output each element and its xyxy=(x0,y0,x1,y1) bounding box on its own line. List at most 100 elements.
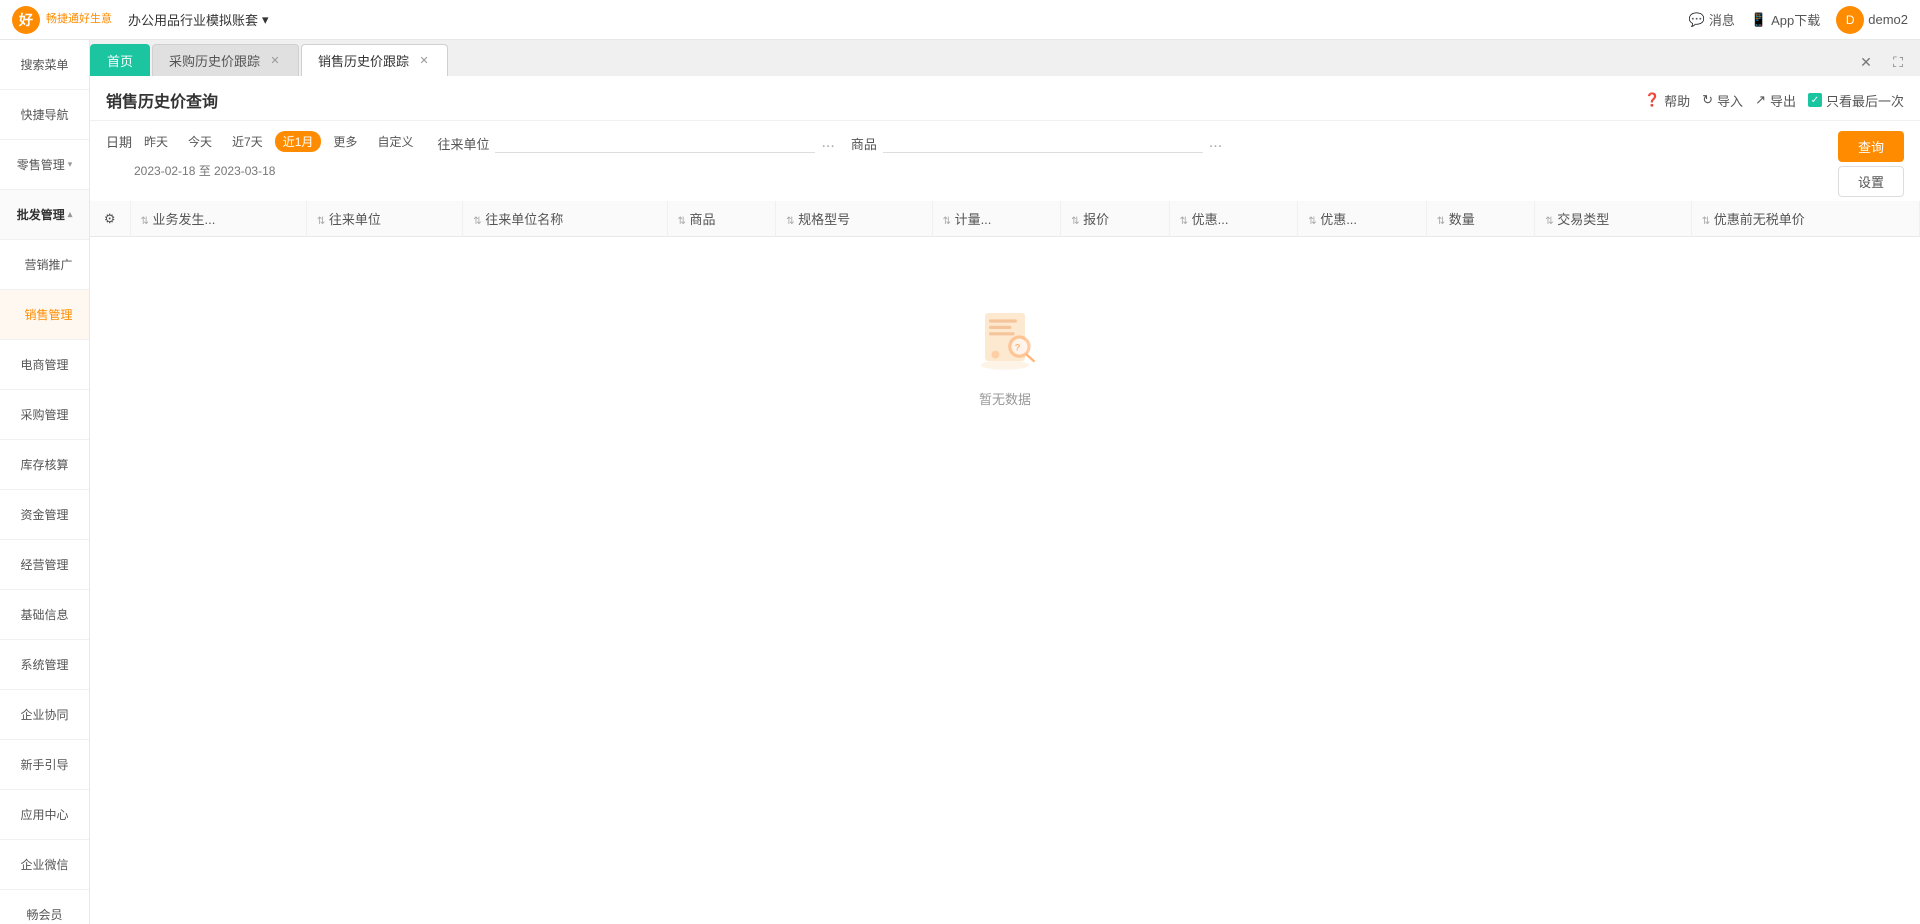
page-header-actions: ❓ 帮助 ↻ 导入 ↗ 导出 ✓ 只看最后一次 xyxy=(1644,91,1904,110)
header-right: 💬 消息 📱 App下载 D demo2 xyxy=(1689,6,1908,34)
sidebar-item-basic-info[interactable]: 基础信息 xyxy=(0,590,89,640)
page-header: 销售历史价查询 ❓ 帮助 ↻ 导入 ↗ 导出 ✓ xyxy=(90,76,1920,121)
col-partner-code[interactable]: ⇅ 往来单位 xyxy=(306,201,462,237)
partner-dots-button[interactable]: ... xyxy=(821,134,834,152)
sort-icon-9: ⇅ xyxy=(1308,216,1316,227)
sort-icon-12: ⇅ xyxy=(1702,216,1710,227)
sidebar-item-enterprise-wechat[interactable]: 企业微信 xyxy=(0,840,89,890)
product-input[interactable] xyxy=(883,133,1203,153)
date-btn-yesterday[interactable]: 昨天 xyxy=(136,131,176,152)
avatar: D xyxy=(1836,6,1864,34)
sidebar-item-marketing[interactable]: 营销推广 xyxy=(0,240,89,290)
sidebar-item-app-center[interactable]: 应用中心 xyxy=(0,790,89,840)
col-settings[interactable]: ⚙ xyxy=(90,201,130,237)
sidebar-item-sales-mgmt[interactable]: 销售管理 xyxy=(0,290,89,340)
download-icon: 📱 xyxy=(1751,12,1767,28)
date-btn-today[interactable]: 今天 xyxy=(180,131,220,152)
table-header-row: ⚙ ⇅ 业务发生... ⇅ 往来单位 ⇅ xyxy=(90,201,1920,237)
message-icon: 💬 xyxy=(1689,12,1705,28)
sort-icon-11: ⇅ xyxy=(1545,216,1553,227)
date-btn-7days[interactable]: 近7天 xyxy=(224,131,271,152)
col-spec[interactable]: ⇅ 规格型号 xyxy=(776,201,932,237)
app-download-action[interactable]: 📱 App下载 xyxy=(1751,10,1820,29)
sort-icon-4: ⇅ xyxy=(678,216,686,227)
empty-state: ? 暂无数据 xyxy=(90,237,1920,468)
setting-button[interactable]: 设置 xyxy=(1838,166,1904,197)
partner-label: 往来单位 xyxy=(437,134,489,153)
sidebar-item-enterprise-collab[interactable]: 企业协同 xyxy=(0,690,89,740)
data-table: ⚙ ⇅ 业务发生... ⇅ 往来单位 ⇅ xyxy=(90,201,1920,237)
sort-icon-6: ⇅ xyxy=(943,216,951,227)
sidebar-item-finance-mgmt[interactable]: 资金管理 xyxy=(0,490,89,540)
col-quantity[interactable]: ⇅ 数量 xyxy=(1426,201,1535,237)
help-button[interactable]: ❓ 帮助 xyxy=(1644,91,1690,110)
col-trade-type[interactable]: ⇅ 交易类型 xyxy=(1535,201,1691,237)
date-btn-custom[interactable]: 自定义 xyxy=(369,131,421,152)
sidebar-item-new-guide[interactable]: 新手引导 xyxy=(0,740,89,790)
export-icon: ↗ xyxy=(1755,92,1766,108)
sidebar-item-search-menu[interactable]: 搜索菜单 xyxy=(0,40,89,90)
svg-text:?: ? xyxy=(1015,343,1021,354)
date-btn-more[interactable]: 更多 xyxy=(325,131,365,152)
sort-icon: ⇅ xyxy=(141,216,149,227)
search-menu-label: 搜索菜单 xyxy=(20,56,68,73)
sidebar-item-biz-mgmt[interactable]: 经营管理 xyxy=(0,540,89,590)
tab-sales-history[interactable]: 销售历史价跟踪 ✕ xyxy=(301,44,448,76)
only-last-checkbox-label[interactable]: ✓ 只看最后一次 xyxy=(1808,91,1904,110)
quick-nav-label: 快捷导航 xyxy=(20,106,68,123)
message-action[interactable]: 💬 消息 xyxy=(1689,10,1735,29)
close-sales-tab-icon[interactable]: ✕ xyxy=(417,54,431,68)
query-button[interactable]: 查询 xyxy=(1838,131,1904,162)
main-layout: 搜索菜单 快捷导航 零售管理 ▾ 批发管理 ▴ 营销推广 销售管理 电商管理 采 xyxy=(0,40,1920,924)
sidebar-item-system-mgmt[interactable]: 系统管理 xyxy=(0,640,89,690)
app-selector[interactable]: 办公用品行业模拟账套 ▾ xyxy=(120,6,277,33)
only-last-checkbox[interactable]: ✓ xyxy=(1808,93,1822,107)
import-button[interactable]: ↻ 导入 xyxy=(1702,91,1743,110)
fullscreen-button[interactable]: ⛶ xyxy=(1884,48,1912,76)
sidebar-item-purchase-mgmt[interactable]: 采购管理 xyxy=(0,390,89,440)
sidebar-item-quick-nav[interactable]: 快捷导航 xyxy=(0,90,89,140)
col-partner-name[interactable]: ⇅ 往来单位名称 xyxy=(463,201,667,237)
tab-purchase-history[interactable]: 采购历史价跟踪 ✕ xyxy=(152,44,299,76)
settings-icon[interactable]: ⚙ xyxy=(104,211,116,226)
col-product[interactable]: ⇅ 商品 xyxy=(667,201,776,237)
tab-home[interactable]: 首页 xyxy=(90,44,150,76)
col-biz-date[interactable]: ⇅ 业务发生... xyxy=(130,201,306,237)
sort-icon-5: ⇅ xyxy=(786,216,794,227)
sidebar-item-wholesale-mgmt[interactable]: 批发管理 ▴ xyxy=(0,190,89,240)
logo-area: 好 畅捷通好生意 xyxy=(12,6,112,34)
table-area: ⚙ ⇅ 业务发生... ⇅ 往来单位 ⇅ xyxy=(90,201,1920,924)
user-action[interactable]: D demo2 xyxy=(1836,6,1908,34)
sidebar: 搜索菜单 快捷导航 零售管理 ▾ 批发管理 ▴ 营销推广 销售管理 电商管理 采 xyxy=(0,40,90,924)
col-pre-tax-price[interactable]: ⇅ 优惠前无税单价 xyxy=(1691,201,1919,237)
col-discount1[interactable]: ⇅ 优惠... xyxy=(1169,201,1298,237)
sort-icon-3: ⇅ xyxy=(473,216,481,227)
date-btn-1month[interactable]: 近1月 xyxy=(275,131,322,152)
chevron-icon: ▾ xyxy=(68,159,73,170)
top-header: 好 畅捷通好生意 办公用品行业模拟账套 ▾ 💬 消息 📱 App下载 D dem… xyxy=(0,0,1920,40)
col-unit[interactable]: ⇅ 计量... xyxy=(932,201,1061,237)
partner-filter-group: 往来单位 ... xyxy=(437,133,834,153)
close-purchase-tab-icon[interactable]: ✕ xyxy=(268,54,282,68)
page-title: 销售历史价查询 xyxy=(106,88,218,112)
logo-text: 畅捷通好生意 xyxy=(46,12,112,26)
sidebar-item-inventory[interactable]: 库存核算 xyxy=(0,440,89,490)
col-discount2[interactable]: ⇅ 优惠... xyxy=(1298,201,1427,237)
date-filter-group: 日期 昨天 今天 近7天 近1月 更多 自定义 2023-02-18 至 202… xyxy=(106,131,421,179)
date-label: 日期 xyxy=(106,132,132,151)
header-left: 好 畅捷通好生意 办公用品行业模拟账套 ▾ xyxy=(12,6,277,34)
tab-bar: 首页 采购历史价跟踪 ✕ 销售历史价跟踪 ✕ ✕ ⛶ xyxy=(90,40,1920,76)
content-area: 首页 采购历史价跟踪 ✕ 销售历史价跟踪 ✕ ✕ ⛶ 销售历史价查询 xyxy=(90,40,1920,924)
sidebar-item-member[interactable]: 畅会员 xyxy=(0,890,89,924)
page-content: 销售历史价查询 ❓ 帮助 ↻ 导入 ↗ 导出 ✓ xyxy=(90,76,1920,924)
sidebar-item-ecommerce-mgmt[interactable]: 电商管理 xyxy=(0,340,89,390)
export-button[interactable]: ↗ 导出 xyxy=(1755,91,1796,110)
col-quote[interactable]: ⇅ 报价 xyxy=(1061,201,1170,237)
partner-input[interactable] xyxy=(495,133,815,153)
chevron-up-icon: ▴ xyxy=(68,209,73,220)
tab-actions: ✕ ⛶ xyxy=(1852,48,1920,76)
close-all-tabs-button[interactable]: ✕ xyxy=(1852,48,1880,76)
sort-icon-7: ⇅ xyxy=(1071,216,1079,227)
sidebar-item-retail-mgmt[interactable]: 零售管理 ▾ xyxy=(0,140,89,190)
product-dots-button[interactable]: ... xyxy=(1209,134,1222,152)
